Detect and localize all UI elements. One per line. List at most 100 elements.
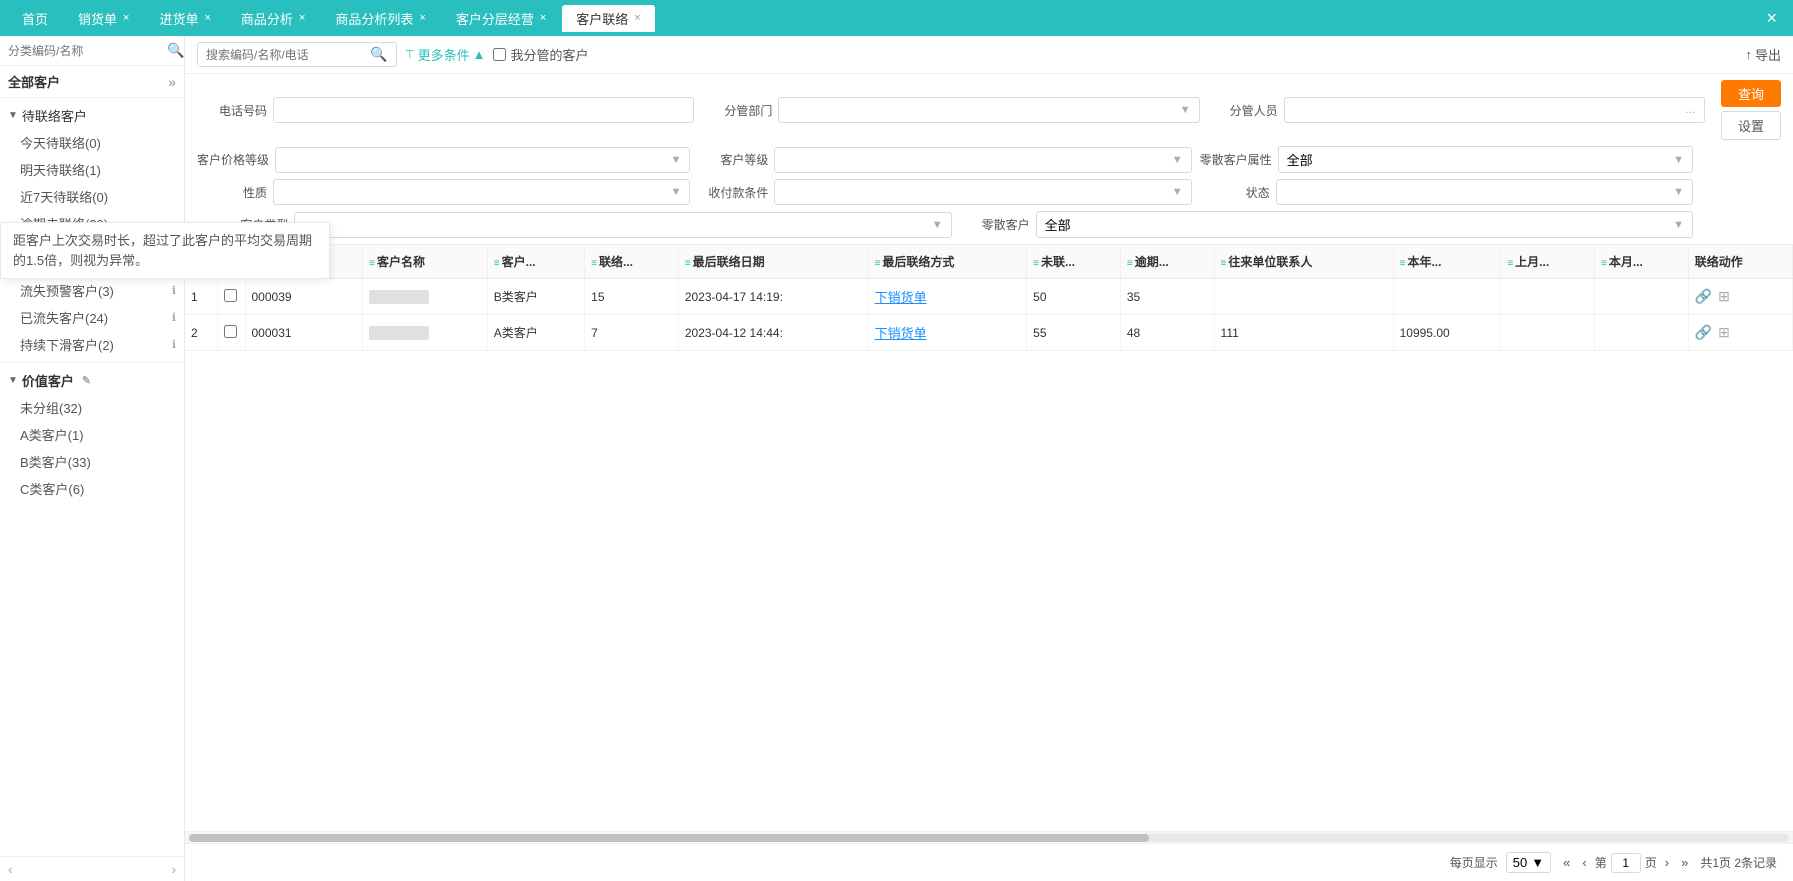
row2-last-method[interactable]: 下销货单 (868, 315, 1027, 351)
row2-select[interactable] (224, 325, 237, 338)
row2-link-icon[interactable]: 🔗 (1695, 324, 1712, 341)
next-page-btn[interactable]: › (1661, 853, 1673, 872)
status-select[interactable]: ▼ (1276, 179, 1693, 205)
customer-level-select[interactable]: ▼ (774, 147, 1191, 173)
per-page-select[interactable]: 50 ▼ (1506, 852, 1551, 873)
query-btn[interactable]: 查询 (1721, 80, 1781, 107)
this-month-sort-icon[interactable]: ≡ (1601, 258, 1607, 269)
last-date-sort-icon[interactable]: ≡ (685, 258, 691, 269)
current-page-input[interactable] (1611, 853, 1641, 873)
sidebar-search-input[interactable] (8, 44, 163, 58)
retail-customer-select[interactable]: 全部 ▼ (1036, 211, 1693, 238)
nav-purchase[interactable]: 进货单 × (145, 5, 224, 32)
sidebar-item-today[interactable]: 今天待联络(0) (0, 129, 184, 156)
sidebar-item-class-c[interactable]: C类客户(6) (0, 475, 184, 502)
page-total: 共1页 2条记录 (1700, 854, 1777, 871)
sidebar-collapse-icon[interactable]: » (168, 74, 176, 90)
more-filters-btn[interactable]: ⊤ 更多条件 ▲ (405, 45, 485, 64)
retail-attr-select[interactable]: 全部 ▼ (1278, 146, 1693, 173)
row2-last-date: 2023-04-12 14:44: (678, 315, 868, 351)
first-page-btn[interactable]: « (1559, 853, 1574, 872)
churn-warning-info-icon[interactable]: ℹ (172, 284, 176, 297)
sidebar-item-tomorrow[interactable]: 明天待联络(1) (0, 156, 184, 183)
year-sort-icon[interactable]: ≡ (1400, 258, 1406, 269)
prev-page-btn[interactable]: ‹ (1578, 853, 1590, 872)
sidebar-search-icon[interactable]: 🔍 (167, 42, 184, 59)
unliaison-sort-icon[interactable]: ≡ (1033, 258, 1039, 269)
nav-product-analysis-close[interactable]: × (299, 12, 305, 24)
nav-customer-tier-close[interactable]: × (540, 12, 546, 24)
row2-grid-icon[interactable]: ⊞ (1718, 324, 1730, 341)
nav-product-analysis[interactable]: 商品分析 × (227, 5, 319, 32)
sidebar-item-churn-warning[interactable]: 流失预警客户(3) ℹ (0, 277, 184, 304)
row2-method-link[interactable]: 下销货单 (875, 326, 927, 341)
filter-dept-select[interactable]: ▼ (778, 97, 1199, 123)
name-sort-icon[interactable]: ≡ (369, 258, 375, 269)
nav-product-list-close[interactable]: × (419, 12, 425, 24)
contacts-sort-icon[interactable]: ≡ (1221, 258, 1227, 269)
sidebar-item-class-b[interactable]: B类客户(33) (0, 448, 184, 475)
row1-method-link[interactable]: 下销货单 (875, 290, 927, 305)
scroll-thumb[interactable] (189, 834, 1149, 842)
today-contact-label: 今天待联络(0) (20, 133, 101, 152)
sidebar-next-arrow[interactable]: › (171, 861, 176, 877)
nav-purchase-close[interactable]: × (204, 12, 210, 24)
sidebar: 🔍 全部客户 » ▼ 待联络客户 今天待联络(0) 明天待联络(1) 近7天待联… (0, 36, 185, 881)
value-customers-group[interactable]: ▼ 价值客户 ✎ (0, 367, 184, 394)
row1-grid-icon[interactable]: ⊞ (1718, 288, 1730, 305)
value-group-edit[interactable]: ✎ (82, 374, 91, 387)
price-level-label: 客户价格等级 (197, 151, 269, 168)
nav-home-label: 首页 (22, 9, 48, 28)
main-layout: 🔍 全部客户 » ▼ 待联络客户 今天待联络(0) 明天待联络(1) 近7天待联… (0, 36, 1793, 881)
declining-info-icon[interactable]: ℹ (172, 338, 176, 351)
sidebar-item-unclassified[interactable]: 未分组(32) (0, 394, 184, 421)
sidebar-prev-arrow[interactable]: ‹ (8, 861, 13, 877)
overdue-sort-icon[interactable]: ≡ (1127, 258, 1133, 269)
sidebar-all-customers[interactable]: 全部客户 » (0, 66, 184, 98)
export-btn[interactable]: ↑ 导出 (1745, 45, 1781, 64)
declining-label: 持续下滑客户(2) (20, 335, 114, 354)
search-input[interactable] (206, 48, 366, 62)
sidebar-item-7days[interactable]: 近7天待联络(0) (0, 183, 184, 210)
row1-checkbox[interactable] (217, 279, 245, 315)
sidebar-item-class-a[interactable]: A类客户(1) (0, 421, 184, 448)
horizontal-scrollbar[interactable] (185, 831, 1793, 843)
row2-name-blurred (369, 326, 429, 340)
last-month-sort-icon[interactable]: ≡ (1507, 258, 1513, 269)
filter-person-label: 分管人员 (1208, 102, 1278, 119)
price-level-select[interactable]: ▼ (275, 147, 690, 173)
contact-sort-icon[interactable]: ≡ (591, 258, 597, 269)
filter-section: 电话号码 分管部门 ▼ 分管人员 … (185, 74, 1793, 245)
type-sort-icon[interactable]: ≡ (494, 258, 500, 269)
gender-select[interactable]: ▼ (273, 179, 690, 205)
nav-customer-tier[interactable]: 客户分层经营 × (442, 5, 560, 32)
filter-phone-input[interactable] (273, 97, 694, 123)
settings-btn[interactable]: 设置 (1721, 111, 1781, 140)
customer-type-select[interactable]: ▼ (294, 212, 951, 238)
payment-select[interactable]: ▼ (774, 179, 1191, 205)
nav-sales[interactable]: 销货单 × (64, 5, 143, 32)
nav-customer-contact[interactable]: 客户联络 × (562, 5, 654, 32)
row2-checkbox[interactable] (217, 315, 245, 351)
window-close-btn[interactable]: × (1758, 8, 1785, 29)
class-a-label: A类客户(1) (20, 425, 84, 444)
last-page-btn[interactable]: » (1677, 853, 1692, 872)
row1-name (363, 279, 488, 315)
nav-home[interactable]: 首页 (8, 5, 62, 32)
row1-last-method[interactable]: 下销货单 (868, 279, 1027, 315)
nav-product-list[interactable]: 商品分析列表 × (321, 5, 439, 32)
nav-sales-close[interactable]: × (123, 12, 129, 24)
last-method-sort-icon[interactable]: ≡ (875, 258, 881, 269)
row1-link-icon[interactable]: 🔗 (1695, 288, 1712, 305)
sidebar-item-churned[interactable]: 已流失客户(24) ℹ (0, 304, 184, 331)
nav-customer-contact-close[interactable]: × (634, 12, 640, 24)
row1-select[interactable] (224, 289, 237, 302)
churned-info-icon[interactable]: ℹ (172, 311, 176, 324)
filter-dept: 分管部门 ▼ (702, 97, 1199, 123)
more-filters-label: 更多条件 (418, 45, 470, 64)
search-icon[interactable]: 🔍 (370, 46, 387, 63)
filter-person-select[interactable]: … (1284, 97, 1705, 123)
sidebar-item-declining[interactable]: 持续下滑客户(2) ℹ (0, 331, 184, 358)
pending-section-title[interactable]: ▼ 待联络客户 (0, 102, 184, 129)
my-customers-checkbox[interactable] (493, 48, 506, 61)
